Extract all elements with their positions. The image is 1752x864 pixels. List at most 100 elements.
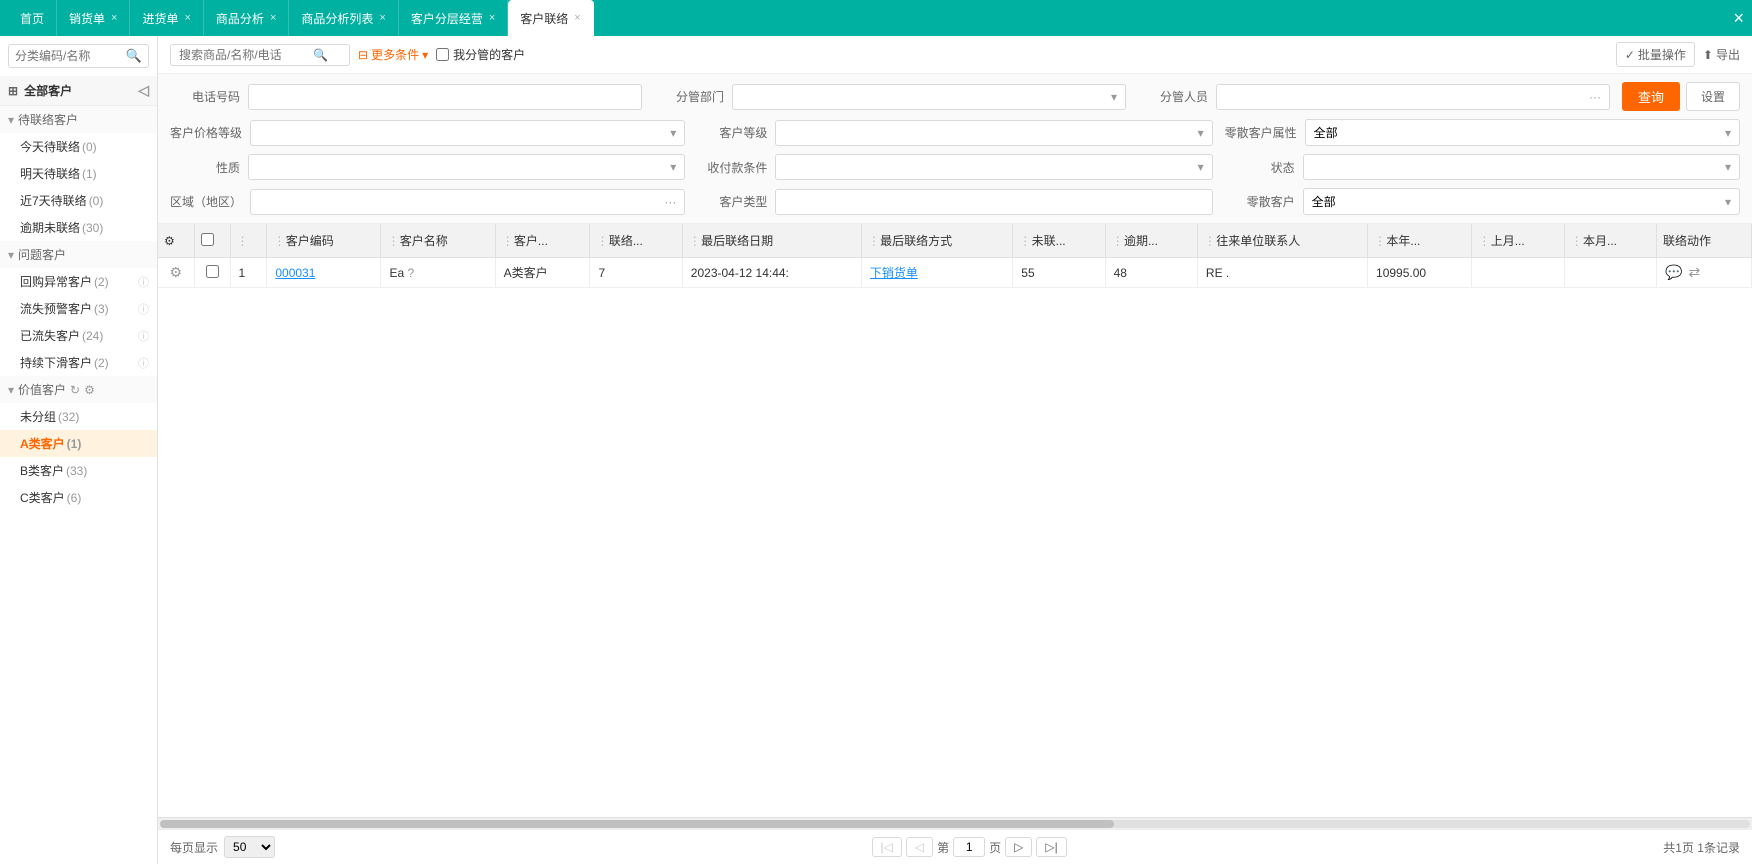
customer-type-input[interactable] bbox=[775, 189, 1212, 215]
settings-button[interactable]: 设置 bbox=[1686, 82, 1740, 111]
row-type: A类客户 bbox=[495, 258, 590, 288]
retail-customer-input[interactable]: 全部 ▾ bbox=[1303, 188, 1740, 215]
row-overdue: 48 bbox=[1105, 258, 1197, 288]
all-customers-header[interactable]: ⊞ 全部客户 ◁ bbox=[0, 76, 157, 106]
region-input[interactable]: ··· bbox=[250, 189, 685, 215]
close-icon[interactable]: × bbox=[379, 12, 385, 24]
checkbox-column-header[interactable] bbox=[194, 224, 230, 258]
sidebar-item-overdue[interactable]: 逾期未联络 (30) bbox=[0, 214, 157, 241]
tab-customer-contact[interactable]: 客户联络 × bbox=[508, 0, 593, 36]
value-customers-title[interactable]: ▾ 价值客户 ↻ ⚙ bbox=[0, 376, 157, 403]
status-input[interactable]: ▾ bbox=[1303, 154, 1740, 180]
customer-grade-input[interactable]: ▾ bbox=[775, 120, 1212, 146]
col-header-last-date[interactable]: ⋮ 最后联络日期 bbox=[682, 224, 861, 258]
page-size-select[interactable]: 50 100 200 bbox=[224, 836, 275, 858]
main-search-box[interactable]: 🔍 bbox=[170, 44, 350, 66]
horizontal-scrollbar[interactable] bbox=[158, 817, 1752, 829]
sidebar-item-tomorrow[interactable]: 明天待联络 (1) bbox=[0, 160, 157, 187]
row-last-method[interactable]: 下销货单 bbox=[861, 258, 1012, 288]
sidebar-item-ungrouped[interactable]: 未分组 (32) bbox=[0, 403, 157, 430]
col-header-contacts[interactable]: ⋮ 往来单位联系人 bbox=[1197, 224, 1367, 258]
last-page-button[interactable]: ▷| bbox=[1036, 837, 1066, 857]
close-icon[interactable]: × bbox=[270, 12, 276, 24]
col-header-year[interactable]: ⋮ 本年... bbox=[1368, 224, 1472, 258]
tab-product-list[interactable]: 商品分析列表 × bbox=[289, 0, 398, 36]
grid-icon: ⊞ bbox=[8, 84, 18, 98]
row-contact-count: 7 bbox=[590, 258, 682, 288]
dept-input[interactable]: ▾ bbox=[732, 84, 1126, 110]
pending-contact-title[interactable]: ▾ 待联络客户 bbox=[0, 106, 157, 133]
payment-input[interactable]: ▾ bbox=[775, 154, 1212, 180]
col-header-code[interactable]: ⋮ 客户编码 bbox=[267, 224, 381, 258]
sidebar-item-today[interactable]: 今天待联络 (0) bbox=[0, 133, 157, 160]
col-header-contact-count[interactable]: ⋮ 联络... bbox=[590, 224, 682, 258]
table-row: ⚙ 1 000031 Ea ? A类客户 7 bbox=[158, 258, 1752, 288]
sidebar-item-churned[interactable]: 已流失客户 (24) ⓘ bbox=[0, 322, 157, 349]
sidebar-item-repurchase-abnormal[interactable]: 回购异常客户 (2) ⓘ bbox=[0, 268, 157, 295]
page-number-input[interactable] bbox=[953, 837, 985, 857]
customer-code-link[interactable]: 000031 bbox=[275, 266, 315, 280]
col-header-this-month[interactable]: ⋮ 本月... bbox=[1564, 224, 1656, 258]
sidebar-search-box[interactable]: 🔍 bbox=[8, 44, 149, 68]
sidebar-item-7days[interactable]: 近7天待联络 (0) bbox=[0, 187, 157, 214]
phone-input[interactable] bbox=[248, 84, 642, 110]
window-close-button[interactable]: × bbox=[1733, 8, 1744, 29]
my-customers-filter[interactable]: 我分管的客户 bbox=[436, 46, 525, 63]
tab-home[interactable]: 首页 bbox=[8, 0, 57, 36]
row-gear-cell[interactable]: ⚙ bbox=[158, 258, 194, 288]
prev-page-button[interactable]: ◁ bbox=[906, 837, 933, 857]
problem-customers-title[interactable]: ▾ 问题客户 bbox=[0, 241, 157, 268]
message-icon[interactable]: 💬 bbox=[1665, 264, 1682, 281]
col-header-type[interactable]: ⋮ 客户... bbox=[495, 224, 590, 258]
col-header-last-month[interactable]: ⋮ 上月... bbox=[1472, 224, 1564, 258]
col-header-last-method[interactable]: ⋮ 最后联络方式 bbox=[861, 224, 1012, 258]
close-icon[interactable]: × bbox=[184, 12, 190, 24]
row-checkbox[interactable] bbox=[206, 265, 219, 278]
search-icon[interactable]: 🔍 bbox=[313, 48, 328, 62]
my-customers-checkbox[interactable] bbox=[436, 48, 449, 61]
gear-icon[interactable]: ⚙ bbox=[164, 234, 175, 248]
sidebar-item-class-b[interactable]: B类客户 (33) bbox=[0, 457, 157, 484]
tab-sales[interactable]: 销货单 × bbox=[57, 0, 130, 36]
query-button[interactable]: 查询 bbox=[1622, 82, 1680, 111]
search-icon[interactable]: 🔍 bbox=[126, 48, 142, 64]
sidebar-item-declining[interactable]: 持续下滑客户 (2) ⓘ bbox=[0, 349, 157, 376]
select-all-checkbox[interactable] bbox=[201, 233, 214, 246]
close-icon[interactable]: × bbox=[574, 12, 580, 24]
resizer-icon: ⋮ bbox=[1571, 234, 1577, 248]
retail-attr-input[interactable]: 全部 ▾ bbox=[1305, 119, 1740, 146]
settings-icon[interactable]: ⚙ bbox=[84, 383, 95, 397]
next-page-button[interactable]: ▷ bbox=[1005, 837, 1032, 857]
refresh-icon[interactable]: ↻ bbox=[70, 383, 80, 397]
sidebar-search-input[interactable] bbox=[15, 49, 126, 63]
nature-input[interactable]: ▾ bbox=[248, 154, 685, 180]
export-button[interactable]: ⬆ 导出 bbox=[1703, 46, 1740, 63]
batch-operation-button[interactable]: ✓ 批量操作 bbox=[1616, 42, 1695, 67]
staff-input[interactable]: ··· bbox=[1216, 84, 1610, 110]
pagination-controls: |◁ ◁ 第 页 ▷ ▷| bbox=[872, 837, 1067, 857]
col-header-overdue[interactable]: ⋮ 逾期... bbox=[1105, 224, 1197, 258]
tab-purchase[interactable]: 进货单 × bbox=[130, 0, 203, 36]
tab-product-analysis[interactable]: 商品分析 × bbox=[204, 0, 289, 36]
price-grade-input[interactable]: ▾ bbox=[250, 120, 685, 146]
main-search-input[interactable] bbox=[179, 48, 309, 62]
close-icon[interactable]: × bbox=[489, 12, 495, 24]
tab-customer-tier[interactable]: 客户分层经营 × bbox=[399, 0, 508, 36]
sidebar-item-churn-warning[interactable]: 流失预警客户 (3) ⓘ bbox=[0, 295, 157, 322]
close-icon[interactable]: × bbox=[111, 12, 117, 24]
sidebar-item-class-c[interactable]: C类客户 (6) bbox=[0, 484, 157, 511]
sidebar-item-class-a[interactable]: A类客户 (1) bbox=[0, 430, 157, 457]
row-code[interactable]: 000031 bbox=[267, 258, 381, 288]
sidebar-collapse-button[interactable]: ◁ bbox=[138, 82, 149, 99]
export-icon: ⬆ bbox=[1703, 48, 1713, 62]
more-conditions-button[interactable]: ⊟ 更多条件 bbox=[358, 46, 428, 63]
row-name[interactable]: Ea ? bbox=[381, 258, 495, 288]
share-icon[interactable]: ⇄ bbox=[1688, 264, 1700, 281]
row-checkbox-cell[interactable] bbox=[194, 258, 230, 288]
first-page-button[interactable]: |◁ bbox=[872, 837, 902, 857]
col-header-no-contact[interactable]: ⋮ 未联... bbox=[1013, 224, 1105, 258]
scroll-thumb[interactable] bbox=[160, 820, 1114, 828]
gear-column-header[interactable]: ⚙ bbox=[158, 224, 194, 258]
contact-method-link[interactable]: 下销货单 bbox=[870, 266, 918, 280]
col-header-name[interactable]: ⋮ 客户名称 bbox=[381, 224, 495, 258]
